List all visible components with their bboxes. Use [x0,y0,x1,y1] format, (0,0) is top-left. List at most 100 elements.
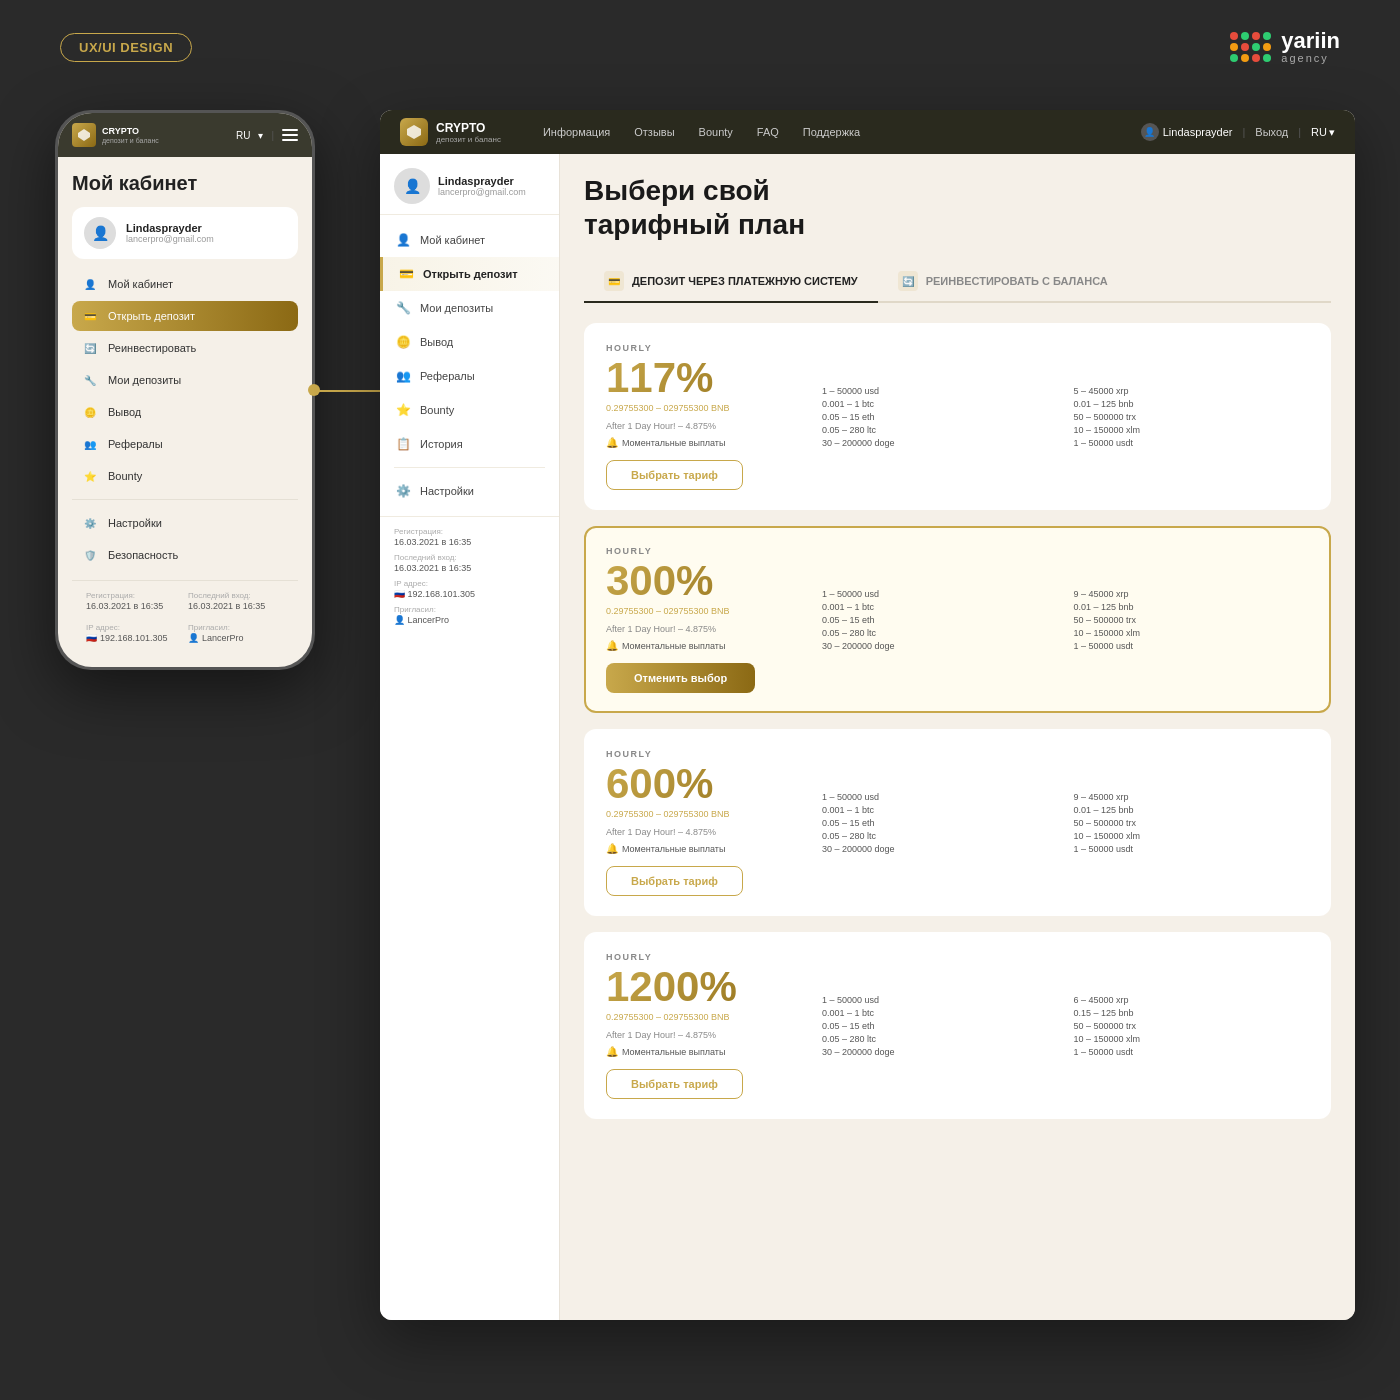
tariff-btn-plan1[interactable]: Выбрать тариф [606,460,743,490]
nav-link-info[interactable]: Информация [531,110,622,154]
tariff-amounts-col2-plan2: 9 – 45000 xrp 0.01 – 125 bnb 50 – 500000… [1074,589,1310,651]
tariff-amount-3-plan4: 0.05 – 280 ltc [822,1034,1058,1044]
mobile-hamburger-icon[interactable] [282,129,298,141]
sidebar-item-history[interactable]: 📋 История [380,427,559,461]
sidebar-label-withdraw: Вывод [420,336,453,348]
mobile-menu-item-settings[interactable]: ⚙️ Настройки [72,508,298,538]
mobile-invited-label: Пригласил: [188,623,284,632]
tariff-amounts-col1-plan2: 1 – 50000 usd 0.001 – 1 btc 0.05 – 15 et… [822,589,1058,651]
sidebar-invited-text: LancerPro [408,615,450,625]
sidebar-item-mydeposits[interactable]: 🔧 Мои депозиты [380,291,559,325]
payments-icon-plan1: 🔔 [606,437,618,448]
nav-logout[interactable]: Выход [1255,126,1288,138]
mobile-footer: Регистрация: 16.03.2021 в 16:35 Последни… [72,580,298,649]
mobile-referrals-icon: 👥 [82,436,98,452]
tariff-amount-4-plan3: 30 – 200000 doge [822,844,1058,854]
mobile-logo-text-block: CRYPTO депозит и баланс [102,126,159,144]
sidebar-divider [394,467,545,468]
tariff-payments-plan1: 🔔 Моментальные выплаты [606,437,806,448]
tariff-card-inner-plan1: HOURLY 117% 0.29755300 – 029755300 BNB A… [606,343,806,490]
mobile-menu-item-reinvest[interactable]: 🔄 Реинвестировать [72,333,298,363]
tariff-amount-2-plan3: 0.05 – 15 eth [822,818,1058,828]
desktop-nav-logo-texts: CRYPTO депозит и баланс [436,121,501,144]
sidebar-item-referrals[interactable]: 👥 Рефералы [380,359,559,393]
mobile-chevron-icon: ▾ [258,130,263,141]
yarlin-dots [1230,32,1271,62]
nav-link-support[interactable]: Поддержка [791,110,872,154]
mobile-menu-label-reinvest: Реинвестировать [108,342,196,354]
mobile-mydeposits-icon: 🔧 [82,372,98,388]
nav-link-bounty[interactable]: Bounty [687,110,745,154]
sidebar-ip-text: 192.168.101.305 [408,589,476,599]
mobile-menu-item-deposit[interactable]: 💳 Открыть депозит [72,301,298,331]
tariff-amounts-col1-plan4: 1 – 50000 usd 0.001 – 1 btc 0.05 – 15 et… [822,995,1058,1057]
sidebar-label-mydeposits: Мои депозиты [420,302,493,314]
tariff-after-plan2: After 1 Day Hour! – 4.875% [606,624,806,634]
tariff-btn-plan4[interactable]: Выбрать тариф [606,1069,743,1099]
tariff-range-plan2: 0.29755300 – 029755300 BNB [606,606,806,616]
desktop-nav-right: 👤 Lindasprayder | Выход | RU ▾ [1141,123,1335,141]
sidebar-item-cabinet[interactable]: 👤 Мой кабинет [380,223,559,257]
mobile-invited-person-icon: 👤 [188,633,199,643]
sidebar-item-settings[interactable]: ⚙️ Настройки [380,474,559,508]
tariff-amounts-col2-plan4: 6 – 45000 xrp 0.15 – 125 bnb 50 – 500000… [1074,995,1310,1057]
tariff-amount2-1-plan2: 0.01 – 125 bnb [1074,602,1310,612]
desktop-sidebar: 👤 Lindasprayder lancerpro@gmail.com 👤 Мо… [380,154,560,1320]
mobile-ip-value: 🇷🇺 192.168.101.305 [86,633,168,643]
sidebar-avatar: 👤 [394,168,430,204]
nav-link-reviews[interactable]: Отзывы [622,110,686,154]
tariff-btn-plan3[interactable]: Выбрать тариф [606,866,743,896]
mobile-menu-item-mydeposits[interactable]: 🔧 Мои депозиты [72,365,298,395]
sidebar-invited-item: Пригласил: 👤 LancerPro [394,605,545,625]
sidebar-label-history: История [420,438,463,450]
sidebar-item-bounty[interactable]: ⭐ Bounty [380,393,559,427]
tariff-amount2-2-plan3: 50 – 500000 trx [1074,818,1310,828]
mobile-security-icon: 🛡️ [82,547,98,563]
tariff-amount-1-plan1: 0.001 – 1 btc [822,399,1058,409]
dot-red-4 [1252,54,1260,62]
tariff-label-plan4: HOURLY [606,952,806,962]
mobile-menu-item-referrals[interactable]: 👥 Рефералы [72,429,298,459]
desktop-nav-logo: CRYPTO депозит и баланс [400,118,501,146]
tab-payment-system[interactable]: 💳 ДЕПОЗИТ ЧЕРЕЗ ПЛАТЕЖНУЮ СИСТЕМУ [584,261,878,303]
mobile-menu-item-withdraw[interactable]: 🪙 Вывод [72,397,298,427]
tariff-payments-text-plan3: Моментальные выплаты [622,844,725,854]
tariff-amount-0-plan1: 1 – 50000 usd [822,386,1058,396]
main-title-line1: Выбери свой [584,175,770,206]
tariff-amount2-3-plan2: 10 – 150000 xlm [1074,628,1310,638]
sidebar-invited-icon: 👤 [394,615,405,625]
tariff-amount2-0-plan1: 5 – 45000 xrp [1074,386,1310,396]
tariff-amount-1-plan4: 0.001 – 1 btc [822,1008,1058,1018]
tariff-amount2-3-plan4: 10 – 150000 xlm [1074,1034,1310,1044]
mobile-invited-text: LancerPro [202,633,244,643]
yarlin-sub: agency [1281,52,1340,64]
tariff-card-inner-plan4: HOURLY 1200% 0.29755300 – 029755300 BNB … [606,952,806,1099]
tariff-amounts-col2-plan3: 9 – 45000 xrp 0.01 – 125 bnb 50 – 500000… [1074,792,1310,854]
sidebar-user-info: Lindasprayder lancerpro@gmail.com [438,175,526,197]
sidebar-lastlogin-item: Последний вход: 16.03.2021 в 16:35 [394,553,545,573]
sidebar-user-name: Lindasprayder [438,175,526,187]
payments-icon-plan2: 🔔 [606,640,618,651]
tariff-btn-plan2[interactable]: Отменить выбор [606,663,755,693]
tab-reinvest-icon: 🔄 [898,271,918,291]
sidebar-flag-icon: 🇷🇺 [394,589,405,599]
tariff-amount-4-plan1: 30 – 200000 doge [822,438,1058,448]
mobile-menu-item-bounty[interactable]: ⭐ Bounty [72,461,298,491]
dot-green-5 [1263,54,1271,62]
sidebar-item-withdraw[interactable]: 🪙 Вывод [380,325,559,359]
sidebar-settings-icon: ⚙️ [394,482,412,500]
sidebar-item-deposit[interactable]: 💳 Открыть депозит [380,257,559,291]
tariff-after-plan4: After 1 Day Hour! – 4.875% [606,1030,806,1040]
mobile-menu-item-cabinet[interactable]: 👤 Мой кабинет [72,269,298,299]
payments-icon-plan3: 🔔 [606,843,618,854]
tab-reinvest[interactable]: 🔄 РЕИНВЕСТИРОВАТЬ С БАЛАНСА [878,261,1128,303]
desktop-nav-lang[interactable]: RU ▾ [1311,126,1335,139]
dot-orange-2 [1263,43,1271,51]
mobile-menu-item-security[interactable]: 🛡️ Безопасность [72,540,298,570]
nav-link-faq[interactable]: FAQ [745,110,791,154]
tariff-amount2-2-plan1: 50 – 500000 trx [1074,412,1310,422]
mobile-content: Мой кабинет 👤 Lindasprayder lancerpro@gm… [58,157,312,580]
tariff-amount2-1-plan1: 0.01 – 125 bnb [1074,399,1310,409]
tariff-amount2-1-plan3: 0.01 – 125 bnb [1074,805,1310,815]
dot-green-2 [1263,32,1271,40]
